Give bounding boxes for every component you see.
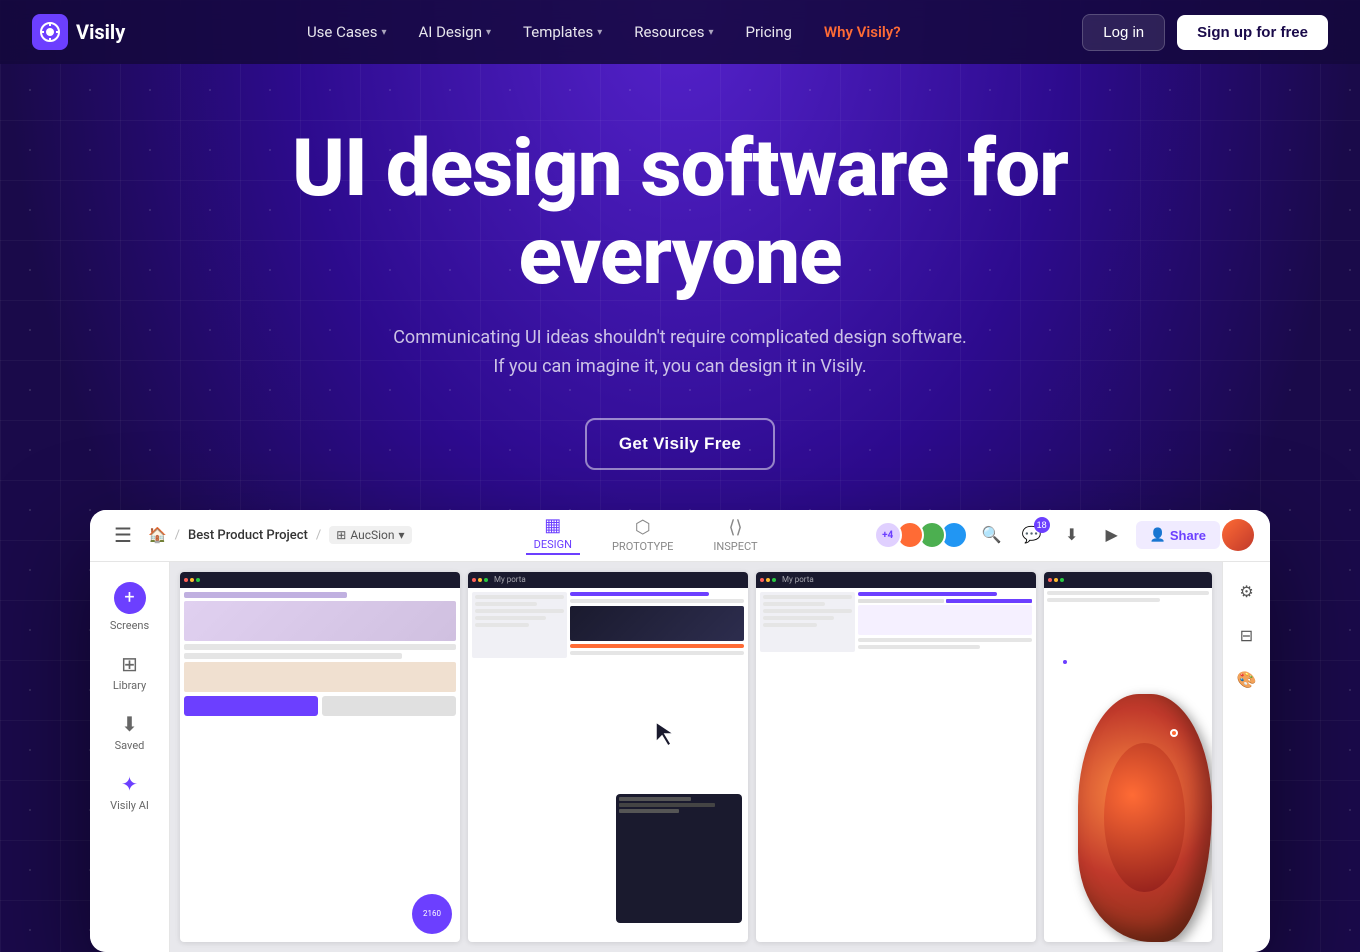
app-screenshot: ☰ 🏠 / Best Product Project / ⊞ AucSion ▾… — [90, 510, 1270, 952]
user-avatar[interactable] — [1222, 519, 1254, 551]
screen-thumb-3: My porta — [756, 572, 1036, 942]
sidebar-item-visily-ai[interactable]: ✦ Visily AI — [96, 764, 164, 820]
adjust-icon[interactable]: ⚙ — [1229, 574, 1265, 610]
play-button[interactable]: ▶ — [1096, 519, 1128, 551]
nav-link-use-cases[interactable]: Use Cases ▾ — [293, 15, 401, 49]
home-icon: 🏠 — [148, 526, 167, 544]
hero-section: UI design software for everyone Communic… — [0, 0, 1360, 952]
signup-button[interactable]: Sign up for free — [1177, 15, 1328, 50]
app-topbar-left: ☰ 🏠 / Best Product Project / ⊞ AucSion ▾ — [106, 515, 412, 555]
logo-icon — [32, 14, 68, 50]
avatar-group: +4 — [880, 521, 968, 549]
dark-card — [616, 794, 742, 924]
sidebar-item-screens[interactable]: + Screens — [96, 574, 164, 640]
layers-icon[interactable]: ⊟ — [1229, 618, 1265, 654]
screen-thumb-4 — [1044, 572, 1212, 942]
nav-link-why-visily[interactable]: Why Visily? — [810, 15, 915, 49]
chevron-down-icon: ▾ — [381, 27, 386, 38]
logo-link[interactable]: Visily — [32, 14, 125, 50]
tab-inspect[interactable]: ⟨⟩ INSPECT — [705, 517, 765, 553]
logo-text: Visily — [76, 20, 125, 44]
hero-title: UI design software for everyone — [204, 124, 1156, 300]
navbar: Visily Use Cases ▾ AI Design ▾ Templates… — [0, 0, 1360, 64]
sidebar-item-library[interactable]: ⊞ Library — [96, 644, 164, 700]
sidebar-item-saved[interactable]: ⬇ Saved — [96, 704, 164, 760]
share-button[interactable]: 👤 Share — [1136, 521, 1220, 549]
chevron-down-icon: ▾ — [708, 27, 713, 38]
chevron-down-icon: ▾ — [486, 27, 491, 38]
screen-thumb-2: My porta — [468, 572, 748, 942]
tab-prototype[interactable]: ⬡ PROTOTYPE — [604, 517, 681, 553]
nav-link-templates[interactable]: Templates ▾ — [509, 15, 616, 49]
login-button[interactable]: Log in — [1082, 14, 1165, 51]
breadcrumb-separator-2: / — [316, 528, 321, 543]
app-right-panel: ⚙ ⊟ 🎨 — [1222, 562, 1270, 952]
progress-circle: 2160 — [412, 894, 452, 934]
saved-icon: ⬇ — [121, 712, 138, 736]
library-icon: ⊞ — [121, 652, 138, 676]
nav-links: Use Cases ▾ AI Design ▾ Templates ▾ Reso… — [293, 15, 915, 49]
cta-button[interactable]: Get Visily Free — [585, 418, 775, 470]
hero-content: UI design software for everyone Communic… — [180, 64, 1180, 510]
app-sidebar: + Screens ⊞ Library ⬇ Saved ✦ Visily AI — [90, 562, 170, 952]
chevron-down-icon: ▾ — [597, 27, 602, 38]
avatar-count: +4 — [874, 521, 902, 549]
app-topbar: ☰ 🏠 / Best Product Project / ⊞ AucSion ▾… — [90, 510, 1270, 562]
inspect-icon: ⟨⟩ — [728, 517, 742, 538]
pin-1 — [1061, 658, 1069, 666]
breadcrumb-separator: / — [175, 528, 180, 543]
search-button[interactable]: 🔍 — [976, 519, 1008, 551]
tab-design[interactable]: ▦ DESIGN — [526, 515, 580, 555]
file-badge[interactable]: ⊞ AucSion ▾ — [329, 526, 411, 544]
app-topbar-right: +4 🔍 💬 18 ⬇ ▶ 👤 Share — [880, 519, 1254, 551]
palette-icon[interactable]: 🎨 — [1229, 662, 1265, 698]
cursor-icon — [654, 720, 678, 752]
comment-count: 18 — [1034, 517, 1050, 533]
hero-subtitle: Communicating UI ideas shouldn't require… — [204, 324, 1156, 382]
comment-button[interactable]: 💬 18 — [1016, 519, 1048, 551]
download-button[interactable]: ⬇ — [1056, 519, 1088, 551]
nav-actions: Log in Sign up for free — [1082, 14, 1328, 51]
menu-icon[interactable]: ☰ — [106, 515, 140, 555]
app-tabs: ▦ DESIGN ⬡ PROTOTYPE ⟨⟩ INSPECT — [424, 515, 868, 555]
nav-link-resources[interactable]: Resources ▾ — [620, 15, 727, 49]
design-icon: ▦ — [544, 515, 561, 536]
canvas-area: 2160 My porta — [170, 562, 1222, 952]
breadcrumb-project: Best Product Project — [188, 528, 308, 543]
ai-icon: ✦ — [121, 772, 138, 796]
3d-object — [1078, 694, 1212, 942]
prototype-icon: ⬡ — [635, 517, 651, 538]
nav-link-ai-design[interactable]: AI Design ▾ — [405, 15, 506, 49]
nav-link-pricing[interactable]: Pricing — [732, 15, 806, 49]
add-screen-icon: + — [114, 582, 146, 614]
screen-thumb-1: 2160 — [180, 572, 460, 942]
app-body: + Screens ⊞ Library ⬇ Saved ✦ Visily AI — [90, 562, 1270, 952]
